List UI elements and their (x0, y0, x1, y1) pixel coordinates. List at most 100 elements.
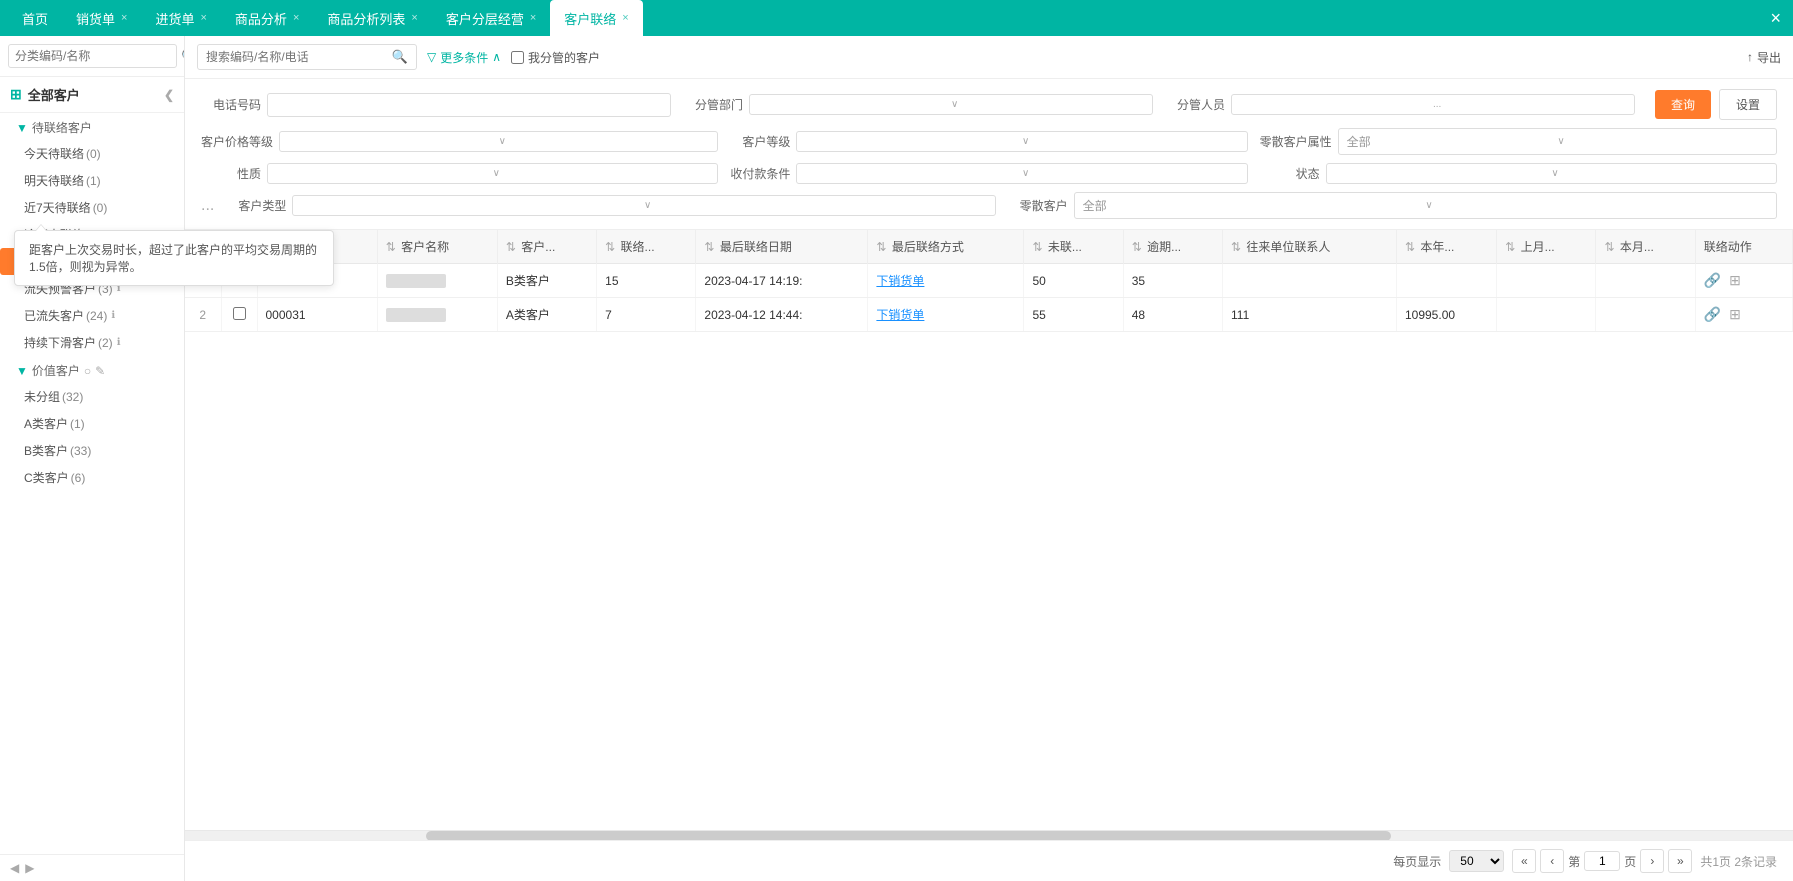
info-icon-declining[interactable]: ℹ (117, 337, 121, 348)
sidebar-bottom: ◀ ▶ (0, 854, 184, 881)
grid-action-icon[interactable]: ⊞ (1729, 272, 1741, 289)
row-action: 🔗 ⊞ (1695, 298, 1792, 332)
nav-customer-tier[interactable]: 客户分层经营 × (432, 0, 550, 36)
expanded-filter-panel: 电话号码 分管部门 ∨ 分管人员 ... (185, 79, 1793, 230)
retail-customer-select[interactable]: 全部 ∨ (1074, 192, 1777, 219)
pencil-icon[interactable]: ✎ (95, 364, 105, 378)
col-header-type: ⇅ 客户... (497, 230, 596, 264)
left-arrow-icon[interactable]: ◀ (10, 861, 19, 875)
manager-dropdown-icon: ... (1433, 99, 1626, 110)
sidebar-item-today[interactable]: 今天待联络 (0) (0, 140, 184, 167)
col-header-action: 联络动作 (1695, 230, 1792, 264)
dept-select[interactable]: ∨ (749, 94, 1153, 115)
phone-input[interactable] (267, 93, 671, 117)
export-button[interactable]: ↑ 导出 (1747, 49, 1781, 66)
value-tri-icon: ▼ (16, 364, 28, 378)
row-check[interactable] (221, 298, 257, 332)
filter-actions: 查询 设置 (1655, 89, 1777, 120)
info-icon-churned[interactable]: ℹ (111, 310, 115, 321)
sidebar-item-class-a[interactable]: A类客户 (1) (0, 410, 184, 437)
customer-type-select[interactable]: ∨ (292, 195, 995, 216)
filter-cell-retail-attr: 零散客户属性 全部 ∨ (1260, 128, 1777, 155)
col-header-unit-contact: ⇅ 往来单位联系人 (1223, 230, 1397, 264)
horizontal-scrollbar[interactable] (185, 830, 1793, 840)
link-action-icon[interactable]: 🔗 (1704, 306, 1721, 323)
sort-icon-lmonth: ⇅ (1505, 240, 1515, 254)
row-this-month (1596, 298, 1695, 332)
main-search-icon[interactable]: 🔍 (392, 49, 408, 65)
prev-page-btn[interactable]: ‹ (1540, 849, 1564, 873)
row-contact: 7 (597, 298, 696, 332)
retail-attr-dropdown-icon: ∨ (1557, 136, 1768, 147)
filter-cell-customer-level: 客户等级 ∨ (730, 131, 1247, 152)
row-action: 🔗 ⊞ (1695, 264, 1792, 298)
main-search-input[interactable] (206, 50, 392, 64)
sort-icon-overdue: ⇅ (1132, 240, 1142, 254)
sidebar-item-churned[interactable]: 已流失客户 (24) ℹ (0, 302, 184, 329)
row-last-month (1497, 264, 1596, 298)
sidebar-item-tomorrow[interactable]: 明天待联络 (1) (0, 167, 184, 194)
col-header-name: ⇅ 客户名称 (377, 230, 497, 264)
filter-cell-dept: 分管部门 ∨ (683, 94, 1153, 115)
nav-analysis-close[interactable]: × (293, 12, 299, 24)
status-select[interactable]: ∨ (1326, 163, 1777, 184)
close-all-tabs[interactable]: × (1770, 8, 1781, 29)
nav-analysis-list[interactable]: 商品分析列表 × (313, 0, 431, 36)
nav-analysis[interactable]: 商品分析 × (221, 0, 313, 36)
col-header-last-date: ⇅ 最后联络日期 (696, 230, 868, 264)
pending-contact-header[interactable]: ▼ 待联络客户 (0, 113, 184, 140)
first-page-btn[interactable]: « (1512, 849, 1536, 873)
sidebar-item-class-b[interactable]: B类客户 (33) (0, 437, 184, 464)
more-conditions-btn[interactable]: ▽ 更多条件 ∧ (427, 49, 501, 66)
my-customers-filter[interactable]: 我分管的客户 (511, 49, 600, 66)
retail-attr-select[interactable]: 全部 ∨ (1338, 128, 1777, 155)
filter-cell-payment: 收付款条件 ∨ (730, 163, 1247, 184)
sidebar-search-input[interactable] (8, 44, 177, 68)
sidebar-item-7days[interactable]: 近7天待联络 (0) (0, 194, 184, 221)
price-level-dropdown-icon: ∨ (499, 136, 710, 147)
customer-level-select[interactable]: ∨ (796, 131, 1247, 152)
nav-sales-close[interactable]: × (121, 12, 127, 24)
nav-customer-contact-close[interactable]: × (622, 12, 628, 24)
nav-purchase[interactable]: 进货单 × (141, 0, 220, 36)
value-customer-group[interactable]: ▼ 价值客户 ○ ✎ (0, 356, 184, 383)
sort-icon-contact: ⇅ (605, 240, 615, 254)
sidebar-item-declining[interactable]: 持续下滑客户 (2) ℹ (0, 329, 184, 356)
grid-action-icon[interactable]: ⊞ (1729, 306, 1741, 323)
nav-purchase-close[interactable]: × (200, 12, 206, 24)
my-customers-checkbox[interactable] (511, 51, 524, 64)
nav-customer-contact[interactable]: 客户联络 × (550, 0, 642, 36)
all-customers-header[interactable]: ⊞ 全部客户 ❮ (0, 77, 184, 113)
row-code: 000031 (257, 298, 377, 332)
sidebar-item-class-c[interactable]: C类客户 (6) (0, 464, 184, 491)
filter-expand-dots[interactable]: ... (201, 197, 214, 215)
manager-select[interactable]: ... (1231, 94, 1635, 115)
gender-select[interactable]: ∨ (267, 163, 718, 184)
settings-button[interactable]: 设置 (1719, 89, 1777, 120)
last-page-btn[interactable]: » (1668, 849, 1692, 873)
nav-analysis-list-close[interactable]: × (411, 12, 417, 24)
customer-type-dropdown-icon: ∨ (644, 200, 987, 211)
nav-home[interactable]: 首页 (8, 0, 62, 36)
col-header-last-method: ⇅ 最后联络方式 (868, 230, 1024, 264)
nav-sales[interactable]: 销货单 × (62, 0, 141, 36)
page-number-input[interactable] (1584, 851, 1620, 871)
row-type: A类客户 (497, 298, 596, 332)
link-action-icon[interactable]: 🔗 (1704, 272, 1721, 289)
price-level-select[interactable]: ∨ (279, 131, 718, 152)
retail-customer-dropdown-icon: ∨ (1425, 200, 1768, 211)
filter-row-2: 客户价格等级 ∨ 客户等级 ∨ 零散客户属性 全部 (201, 128, 1777, 155)
query-button[interactable]: 查询 (1655, 90, 1711, 119)
sidebar-item-ungroup[interactable]: 未分组 (32) (0, 383, 184, 410)
row-pending: 55 (1024, 298, 1123, 332)
payment-select[interactable]: ∨ (796, 163, 1247, 184)
nav-customer-tier-close[interactable]: × (530, 12, 536, 24)
grid-icon: ⊞ (10, 86, 22, 103)
col-header-this-year: ⇅ 本年... (1396, 230, 1496, 264)
next-page-btn[interactable]: › (1640, 849, 1664, 873)
per-page-select[interactable]: 50 100 200 (1449, 850, 1504, 872)
filter-row-3: 性质 ∨ 收付款条件 ∨ 状态 (201, 163, 1777, 184)
right-arrow-icon[interactable]: ▶ (25, 861, 34, 875)
edit-icon[interactable]: ○ (84, 364, 91, 378)
sort-icon-name: ⇅ (386, 240, 396, 254)
